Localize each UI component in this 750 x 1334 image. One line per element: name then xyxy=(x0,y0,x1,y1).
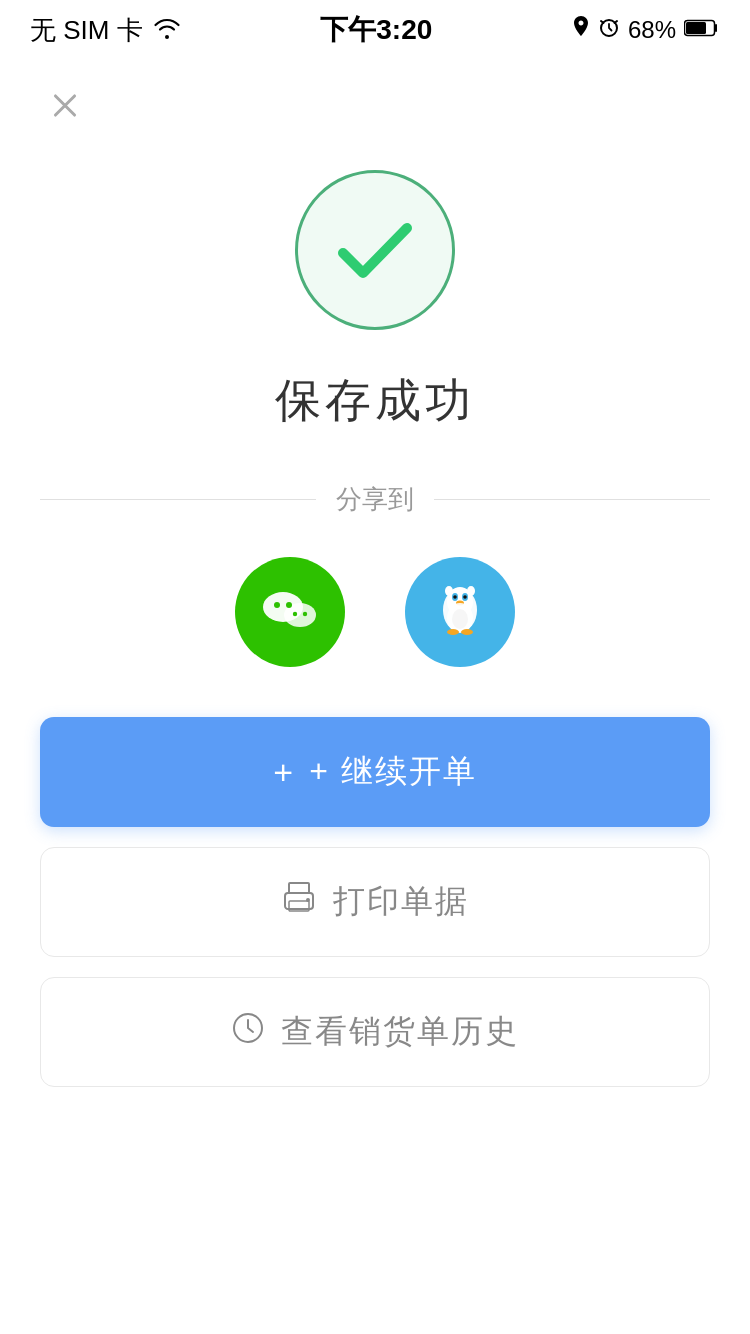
print-icon xyxy=(281,881,317,923)
battery-icon xyxy=(684,16,720,44)
success-circle xyxy=(295,170,455,330)
status-bar: 无 SIM 卡 下午3:20 68% xyxy=(0,0,750,60)
svg-rect-24 xyxy=(289,883,309,893)
success-title: 保存成功 xyxy=(275,370,475,432)
svg-point-21 xyxy=(445,586,453,596)
continue-new-order-button[interactable]: + + 继续开单 xyxy=(40,717,710,827)
svg-point-18 xyxy=(452,609,468,629)
close-button-row xyxy=(40,80,710,130)
print-label: 打印单据 xyxy=(333,880,469,924)
status-time: 下午3:20 xyxy=(320,11,432,49)
close-button[interactable] xyxy=(40,80,90,130)
svg-point-7 xyxy=(292,611,296,615)
svg-point-8 xyxy=(302,611,306,615)
share-divider: 分享到 xyxy=(40,482,710,517)
qq-icon xyxy=(433,580,488,645)
share-label: 分享到 xyxy=(336,482,414,517)
share-icons-row xyxy=(40,557,710,667)
svg-point-15 xyxy=(463,595,467,599)
svg-point-22 xyxy=(467,586,475,596)
divider-left xyxy=(40,499,316,500)
history-icon xyxy=(231,1011,265,1053)
svg-rect-2 xyxy=(686,22,706,34)
history-label: 查看销货单历史 xyxy=(281,1010,519,1054)
qq-share-button[interactable] xyxy=(405,557,515,667)
svg-point-5 xyxy=(274,602,280,608)
svg-point-20 xyxy=(461,629,473,635)
battery-percent: 68% xyxy=(628,16,676,44)
svg-point-19 xyxy=(447,629,459,635)
status-right: 68% xyxy=(572,16,720,44)
checkmark-icon xyxy=(335,218,415,283)
alarm-icon xyxy=(598,16,620,44)
main-content: 保存成功 分享到 xyxy=(0,60,750,1127)
svg-point-6 xyxy=(286,602,292,608)
print-button[interactable]: 打印单据 xyxy=(40,847,710,957)
continue-new-label: + 继续开单 xyxy=(309,750,477,794)
wifi-icon xyxy=(153,15,181,46)
action-buttons: + + 继续开单 打印单据 查看销货单历 xyxy=(40,717,710,1087)
wechat-icon xyxy=(258,585,323,640)
location-icon xyxy=(572,16,590,44)
svg-point-14 xyxy=(453,595,457,599)
svg-point-26 xyxy=(306,898,310,902)
sim-text: 无 SIM 卡 xyxy=(30,13,143,48)
view-history-button[interactable]: 查看销货单历史 xyxy=(40,977,710,1087)
status-left: 无 SIM 卡 xyxy=(30,13,181,48)
wechat-share-button[interactable] xyxy=(235,557,345,667)
close-x-icon xyxy=(47,87,83,123)
plus-icon: + xyxy=(273,753,293,792)
share-section: 分享到 xyxy=(40,482,710,667)
divider-right xyxy=(434,499,710,500)
